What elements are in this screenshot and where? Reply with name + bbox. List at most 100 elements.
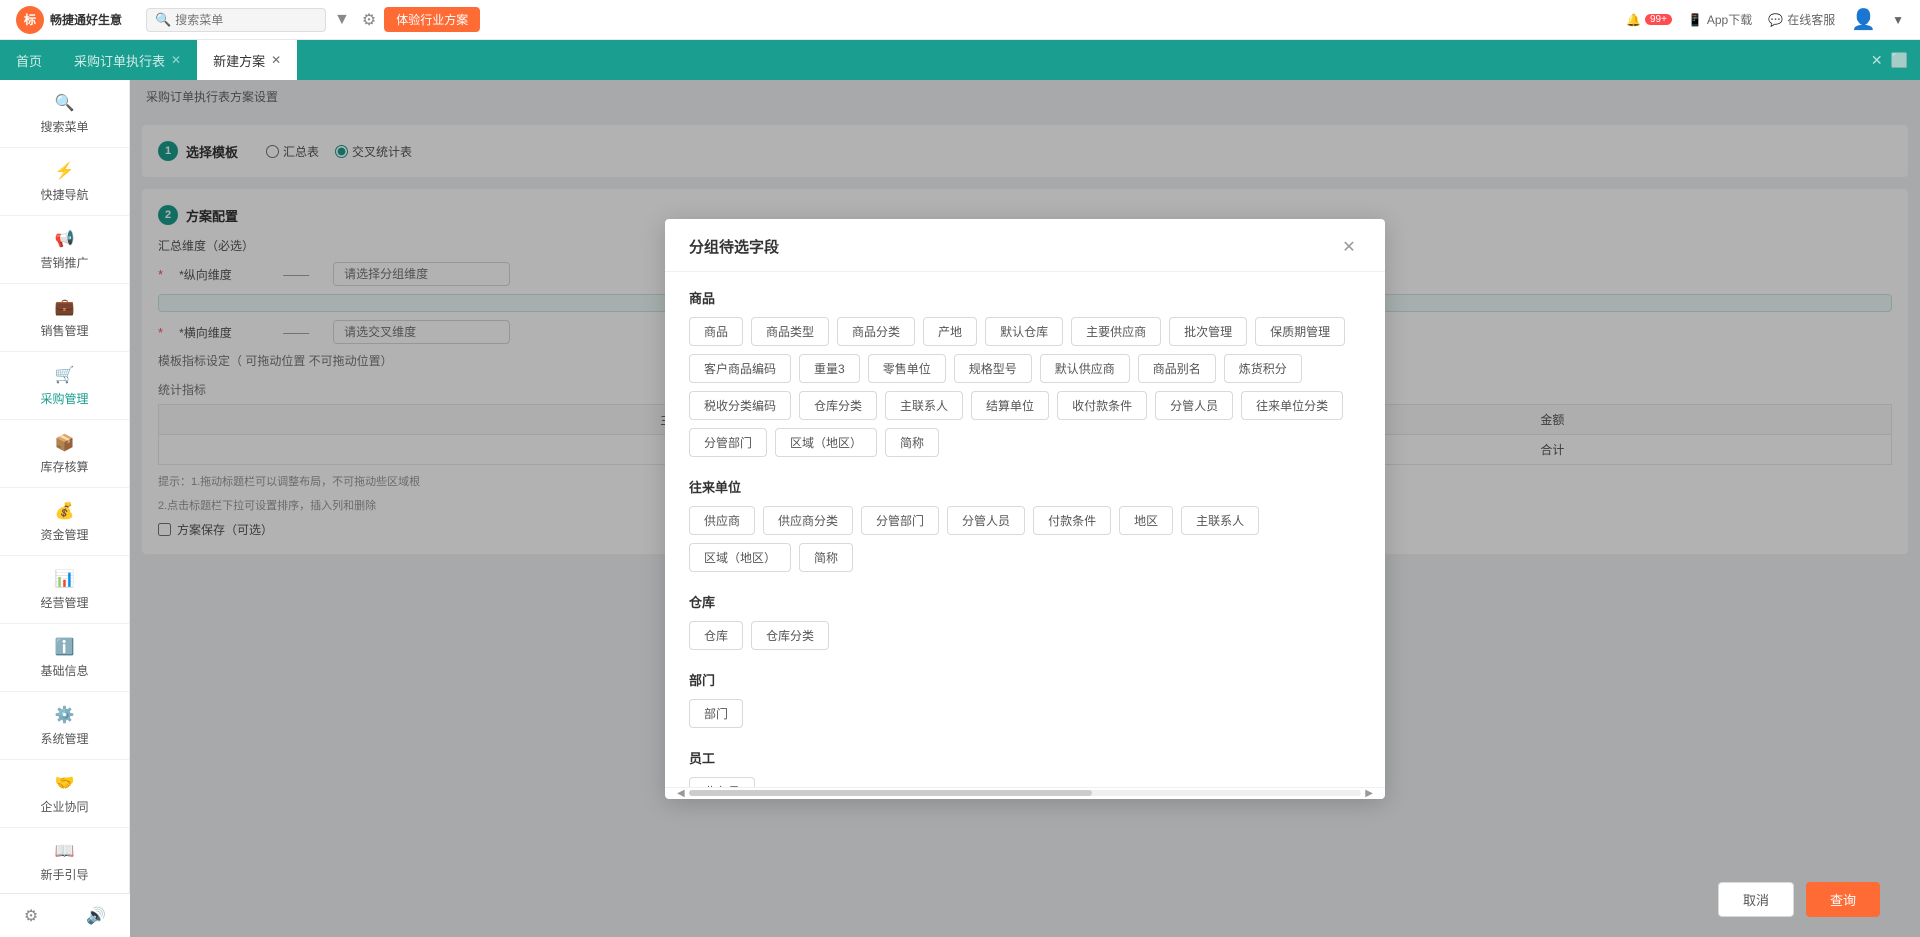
sidebar-item-inventory[interactable]: 📦 库存核算 — [0, 420, 129, 488]
cancel-button[interactable]: 取消 — [1718, 882, 1794, 917]
tag-partner-8[interactable]: 简称 — [799, 543, 853, 572]
tag-partner-2[interactable]: 分管部门 — [861, 506, 939, 535]
search-icon: 🔍 — [155, 12, 171, 28]
fullscreen-icon[interactable]: ⬜ — [1891, 52, 1908, 69]
tag-goods-7[interactable]: 保质期管理 — [1255, 317, 1345, 346]
modal-close-button[interactable]: ✕ — [1337, 235, 1361, 259]
tag-goods-15[interactable]: 税收分类编码 — [689, 391, 791, 420]
section-goods: 商品 商品 商品类型 商品分类 产地 默认仓库 主要供应商 批次管理 保质期管理… — [689, 288, 1361, 457]
tag-goods-2[interactable]: 商品分类 — [837, 317, 915, 346]
sidebar-operations-label: 经营管理 — [40, 594, 88, 611]
service-icon: 💬 — [1768, 13, 1783, 27]
sidebar-item-collab[interactable]: 🤝 企业协同 — [0, 760, 129, 828]
modal-hscrollbar[interactable]: ◀ ▶ — [665, 787, 1385, 799]
tag-goods-6[interactable]: 批次管理 — [1169, 317, 1247, 346]
sidebar-item-sales[interactable]: 💼 销售管理 — [0, 284, 129, 352]
tag-goods-24[interactable]: 简称 — [885, 428, 939, 457]
tab-home[interactable]: 首页 — [0, 40, 58, 80]
online-service-item[interactable]: 💬 在线客服 — [1768, 11, 1835, 28]
scroll-right-icon[interactable]: ▶ — [1361, 788, 1377, 799]
tag-goods-4[interactable]: 默认仓库 — [985, 317, 1063, 346]
tag-staff-0[interactable]: 业务员 — [689, 777, 755, 787]
tag-goods-22[interactable]: 分管部门 — [689, 428, 767, 457]
sidebar-finance-label: 资金管理 — [40, 526, 88, 543]
sidebar-item-marketing[interactable]: 📢 营销推广 — [0, 216, 129, 284]
logo-area: 标 畅捷通好生意 — [16, 6, 146, 34]
tag-partner-4[interactable]: 付款条件 — [1033, 506, 1111, 535]
dropdown-arrow-icon[interactable]: ▼ — [334, 11, 350, 29]
scroll-left-icon[interactable]: ◀ — [673, 788, 689, 799]
hscroll-track[interactable] — [689, 790, 1362, 796]
tab-purchase-list[interactable]: 采购订单执行表 ✕ — [58, 40, 197, 80]
sidebar-item-finance[interactable]: 💰 资金管理 — [0, 488, 129, 556]
purchase-icon: 🛒 — [54, 364, 76, 386]
tag-goods-20[interactable]: 分管人员 — [1155, 391, 1233, 420]
tab-new-plan-close-icon[interactable]: ✕ — [271, 53, 281, 67]
tag-partner-6[interactable]: 主联系人 — [1181, 506, 1259, 535]
tab-home-label: 首页 — [16, 51, 42, 70]
section-goods-title: 商品 — [689, 288, 1361, 307]
tag-goods-23[interactable]: 区域（地区） — [775, 428, 877, 457]
sidebar-item-purchase[interactable]: 🛒 采购管理 — [0, 352, 129, 420]
close-tab-icon[interactable]: ✕ — [1871, 52, 1883, 69]
sales-icon: 💼 — [54, 296, 76, 318]
tab-purchase-label: 采购订单执行表 — [74, 51, 165, 70]
tag-goods-9[interactable]: 重量3 — [799, 354, 860, 383]
sidebar-item-quick-nav[interactable]: ⚡ 快捷导航 — [0, 148, 129, 216]
tag-warehouse-0[interactable]: 仓库 — [689, 621, 743, 650]
sidebar-item-system[interactable]: ⚙️ 系统管理 — [0, 692, 129, 760]
tag-goods-10[interactable]: 零售单位 — [868, 354, 946, 383]
tag-partner-3[interactable]: 分管人员 — [947, 506, 1025, 535]
section-warehouse: 仓库 仓库 仓库分类 — [689, 592, 1361, 650]
tag-goods-1[interactable]: 商品类型 — [751, 317, 829, 346]
search-input[interactable] — [175, 13, 295, 27]
tag-goods-0[interactable]: 商品 — [689, 317, 743, 346]
tag-goods-8[interactable]: 客户商品编码 — [689, 354, 791, 383]
tag-partner-1[interactable]: 供应商分类 — [763, 506, 853, 535]
phone-icon: 📱 — [1688, 13, 1703, 27]
app-download-item[interactable]: 📱 App下载 — [1688, 11, 1752, 28]
volume-icon[interactable]: 🔊 — [86, 906, 106, 926]
tag-warehouse-1[interactable]: 仓库分类 — [751, 621, 829, 650]
sidebar-item-operations[interactable]: 📊 经营管理 — [0, 556, 129, 624]
guide-icon: 📖 — [54, 840, 76, 862]
confirm-button[interactable]: 查询 — [1806, 882, 1880, 917]
modal-header: 分组待选字段 ✕ — [665, 219, 1385, 272]
sidebar-quick-nav-label: 快捷导航 — [40, 186, 88, 203]
trial-button[interactable]: 体验行业方案 — [384, 7, 480, 32]
tag-partner-7[interactable]: 区域（地区） — [689, 543, 791, 572]
sidebar-inventory-label: 库存核算 — [40, 458, 88, 475]
user-dropdown[interactable]: ▼ — [1892, 13, 1904, 27]
tag-partner-5[interactable]: 地区 — [1119, 506, 1173, 535]
bottom-bar: ⚙ 🔊 — [0, 893, 130, 937]
tag-goods-21[interactable]: 往来单位分类 — [1241, 391, 1343, 420]
tag-goods-17[interactable]: 主联系人 — [885, 391, 963, 420]
tag-partner-0[interactable]: 供应商 — [689, 506, 755, 535]
tag-goods-3[interactable]: 产地 — [923, 317, 977, 346]
sidebar-item-search[interactable]: 🔍 搜索菜单 — [0, 80, 129, 148]
search-box[interactable]: 🔍 — [146, 8, 326, 32]
tab-new-plan[interactable]: 新建方案 ✕ — [197, 40, 297, 80]
online-service-label: 在线客服 — [1787, 11, 1835, 28]
tag-goods-19[interactable]: 收付款条件 — [1057, 391, 1147, 420]
tag-goods-18[interactable]: 结算单位 — [971, 391, 1049, 420]
modal-body[interactable]: 商品 商品 商品类型 商品分类 产地 默认仓库 主要供应商 批次管理 保质期管理… — [665, 272, 1385, 787]
tag-goods-11[interactable]: 规格型号 — [954, 354, 1032, 383]
sidebar-item-guide[interactable]: 📖 新手引导 — [0, 828, 129, 896]
tab-purchase-close-icon[interactable]: ✕ — [171, 53, 181, 67]
settings-icon[interactable]: ⚙ — [362, 10, 376, 30]
message-item[interactable]: 🔔 99+ — [1626, 13, 1672, 27]
tag-goods-5[interactable]: 主要供应商 — [1071, 317, 1161, 346]
logo-text: 畅捷通好生意 — [50, 11, 122, 28]
user-avatar[interactable]: 👤 — [1851, 7, 1876, 32]
tag-goods-13[interactable]: 商品别名 — [1138, 354, 1216, 383]
sidebar-item-basic-info[interactable]: ℹ️ 基础信息 — [0, 624, 129, 692]
tag-goods-12[interactable]: 默认供应商 — [1040, 354, 1130, 383]
finance-icon: 💰 — [54, 500, 76, 522]
tag-dept-0[interactable]: 部门 — [689, 699, 743, 728]
tag-goods-16[interactable]: 仓库分类 — [799, 391, 877, 420]
tag-goods-14[interactable]: 炼货积分 — [1224, 354, 1302, 383]
section-partner: 往来单位 供应商 供应商分类 分管部门 分管人员 付款条件 地区 主联系人 区域… — [689, 477, 1361, 572]
hscroll-thumb[interactable] — [689, 790, 1093, 796]
gear-bottom-icon[interactable]: ⚙ — [24, 906, 38, 926]
